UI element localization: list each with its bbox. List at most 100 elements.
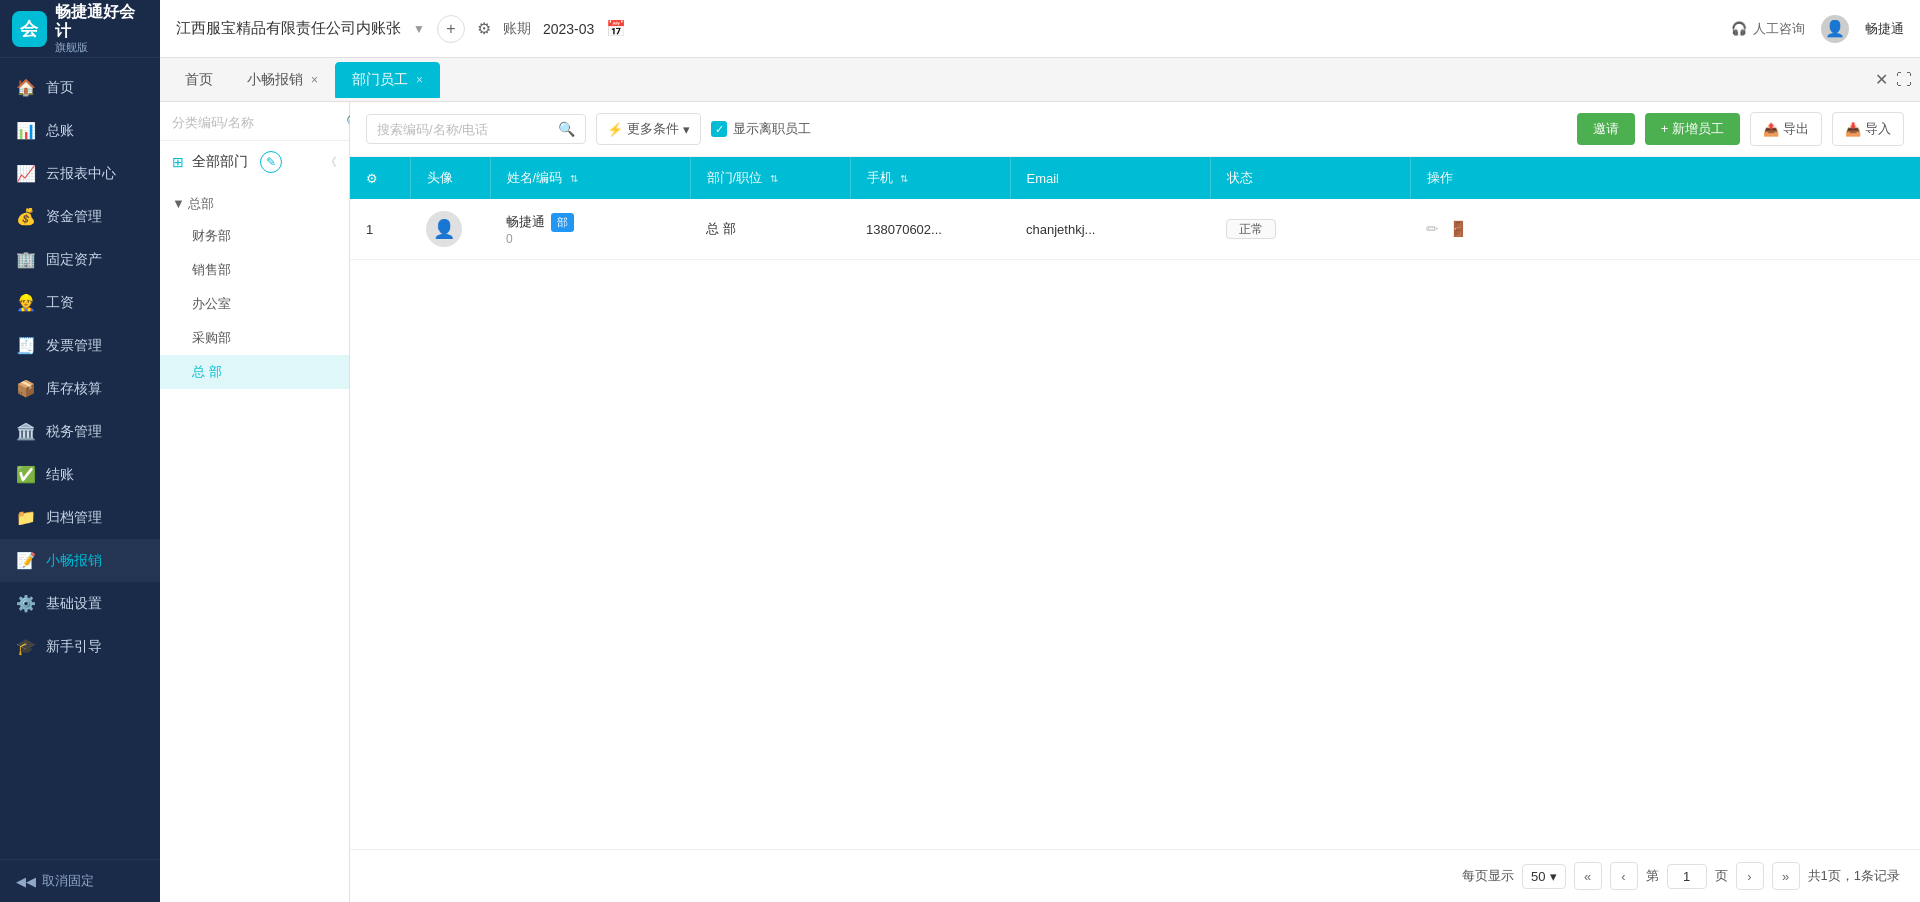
prev-page-button[interactable]: ‹ — [1610, 862, 1638, 890]
next-page-button[interactable]: › — [1736, 862, 1764, 890]
th-status: 状态 — [1210, 157, 1410, 199]
cell-avatar: 👤 — [410, 199, 490, 260]
maximize-button[interactable]: ⛶ — [1896, 71, 1912, 89]
sidebar-item-payroll[interactable]: 👷 工资 — [0, 281, 160, 324]
employee-panel: 🔍 ⚡ 更多条件 ▾ ✓ 显示离职员工 邀请 + 新增员工 📤 导出 — [350, 102, 1920, 902]
sidebar-item-archive[interactable]: 📁 归档管理 — [0, 496, 160, 539]
cell-dept: 总 部 — [690, 199, 850, 260]
employee-code: 0 — [506, 232, 674, 246]
sidebar-label-guide: 新手引导 — [46, 638, 102, 656]
sidebar-item-reports[interactable]: 📈 云报表中心 — [0, 152, 160, 195]
sidebar-item-funds[interactable]: 💰 资金管理 — [0, 195, 160, 238]
per-page-select[interactable]: 50 ▾ — [1522, 864, 1565, 889]
sidebar-item-assets[interactable]: 🏢 固定资产 — [0, 238, 160, 281]
service-button[interactable]: 🎧 人工咨询 — [1731, 20, 1805, 38]
calendar-icon[interactable]: 📅 — [606, 19, 626, 38]
dept-tree: ▼ 总部 财务部 销售部 办公室 采购部 总 部 — [160, 183, 349, 395]
row-action-buttons: ✏ 🚪 — [1426, 220, 1904, 238]
add-company-button[interactable]: + — [437, 15, 465, 43]
employee-avatar: 👤 — [426, 211, 462, 247]
home-icon: 🏠 — [16, 78, 36, 97]
tab-dept-close[interactable]: × — [416, 73, 423, 87]
first-page-button[interactable]: « — [1574, 862, 1602, 890]
delete-employee-button[interactable]: 🚪 — [1449, 220, 1468, 238]
sidebar-item-home[interactable]: 🏠 首页 — [0, 66, 160, 109]
filter-button[interactable]: ⚡ 更多条件 ▾ — [596, 113, 701, 145]
sidebar-label-inventory: 库存核算 — [46, 380, 102, 398]
sidebar-label-funds: 资金管理 — [46, 208, 102, 226]
main-area: 江西服宝精品有限责任公司内账张 ▼ + ⚙ 账期 2023-03 📅 🎧 人工咨… — [160, 0, 1920, 902]
import-button[interactable]: 📥 导入 — [1832, 112, 1904, 146]
employee-search-box: 🔍 — [366, 114, 586, 144]
employee-search-input[interactable] — [377, 122, 552, 137]
sidebar-item-expense[interactable]: 📝 小畅报销 — [0, 539, 160, 582]
sidebar-item-invoice[interactable]: 🧾 发票管理 — [0, 324, 160, 367]
sidebar-item-settings[interactable]: ⚙️ 基础设置 — [0, 582, 160, 625]
export-button[interactable]: 📤 导出 — [1750, 112, 1822, 146]
tab-home[interactable]: 首页 — [168, 62, 230, 98]
sidebar-item-close[interactable]: ✅ 结账 — [0, 453, 160, 496]
dept-child-purchase[interactable]: 采购部 — [160, 321, 349, 355]
add-employee-button[interactable]: + 新增员工 — [1645, 113, 1740, 145]
app-name: 畅捷通好会计 — [55, 2, 148, 40]
employee-toolbar: 🔍 ⚡ 更多条件 ▾ ✓ 显示离职员工 邀请 + 新增员工 📤 导出 — [350, 102, 1920, 157]
period-value: 2023-03 — [543, 21, 594, 37]
per-page-dropdown-icon: ▾ — [1550, 869, 1557, 884]
unpin-button[interactable]: ◀◀ 取消固定 — [0, 859, 160, 902]
dept-grid-icon: ⊞ — [172, 154, 184, 170]
tab-dept-employee[interactable]: 部门员工 × — [335, 62, 440, 98]
dept-child-sales[interactable]: 销售部 — [160, 253, 349, 287]
sidebar-item-ledger[interactable]: 📊 总账 — [0, 109, 160, 152]
sidebar-label-assets: 固定资产 — [46, 251, 102, 269]
sidebar-label-archive: 归档管理 — [46, 509, 102, 527]
dept-child-general[interactable]: 总 部 — [160, 355, 349, 389]
sidebar-item-guide[interactable]: 🎓 新手引导 — [0, 625, 160, 668]
th-phone[interactable]: 手机 ⇅ — [850, 157, 1010, 199]
show-former-checkbox[interactable]: ✓ — [711, 121, 727, 137]
topbar: 江西服宝精品有限责任公司内账张 ▼ + ⚙ 账期 2023-03 📅 🎧 人工咨… — [160, 0, 1920, 58]
tabs-bar: 首页 小畅报销 × 部门员工 × ✕ ⛶ — [160, 58, 1920, 102]
invite-button[interactable]: 邀请 — [1577, 113, 1635, 145]
payroll-icon: 👷 — [16, 293, 36, 312]
all-dept-header[interactable]: ⊞ 全部部门 ✎ 《 — [160, 141, 349, 183]
cell-status: 正常 — [1210, 199, 1410, 260]
sidebar-label-expense: 小畅报销 — [46, 552, 102, 570]
th-settings[interactable]: ⚙ — [350, 157, 410, 199]
employee-search-icon[interactable]: 🔍 — [558, 121, 575, 137]
table-header-row: ⚙ 头像 姓名/编码 ⇅ 部门/职位 ⇅ — [350, 157, 1920, 199]
dept-child-finance[interactable]: 财务部 — [160, 219, 349, 253]
page-input[interactable] — [1667, 864, 1707, 889]
tab-expense-close[interactable]: × — [311, 73, 318, 87]
th-name[interactable]: 姓名/编码 ⇅ — [490, 157, 690, 199]
dept-collapse-icon[interactable]: 《 — [325, 154, 337, 171]
th-actions: 操作 — [1410, 157, 1920, 199]
close-window-button[interactable]: ✕ — [1875, 70, 1888, 89]
export-icon: 📤 — [1763, 122, 1779, 137]
th-dept[interactable]: 部门/职位 ⇅ — [690, 157, 850, 199]
employee-name: 畅捷通 — [506, 213, 545, 231]
dept-edit-button[interactable]: ✎ — [260, 151, 282, 173]
tab-expense-label: 小畅报销 — [247, 71, 303, 89]
logo-icon: 会 — [12, 11, 47, 47]
cell-name: 畅捷通 部 0 — [490, 199, 690, 260]
company-dropdown-arrow[interactable]: ▼ — [413, 22, 425, 36]
filter-chevron-icon: ▾ — [683, 122, 690, 137]
sidebar-item-inventory[interactable]: 📦 库存核算 — [0, 367, 160, 410]
expense-icon: 📝 — [16, 551, 36, 570]
funds-icon: 💰 — [16, 207, 36, 226]
tab-dept-label: 部门员工 — [352, 71, 408, 89]
edit-employee-button[interactable]: ✏ — [1426, 220, 1439, 238]
dept-child-office[interactable]: 办公室 — [160, 287, 349, 321]
invoice-icon: 🧾 — [16, 336, 36, 355]
total-records-label: 共1页，1条记录 — [1808, 867, 1900, 885]
tab-expense[interactable]: 小畅报销 × — [230, 62, 335, 98]
dept-search-input[interactable] — [172, 115, 340, 130]
company-name: 江西服宝精品有限责任公司内账张 — [176, 19, 401, 38]
show-former-toggle[interactable]: ✓ 显示离职员工 — [711, 120, 811, 138]
unpin-label: 取消固定 — [42, 872, 94, 890]
archive-icon: 📁 — [16, 508, 36, 527]
page-suffix: 页 — [1715, 867, 1728, 885]
settings-gear-icon[interactable]: ⚙ — [477, 19, 491, 38]
sidebar-item-tax[interactable]: 🏛️ 税务管理 — [0, 410, 160, 453]
last-page-button[interactable]: » — [1772, 862, 1800, 890]
